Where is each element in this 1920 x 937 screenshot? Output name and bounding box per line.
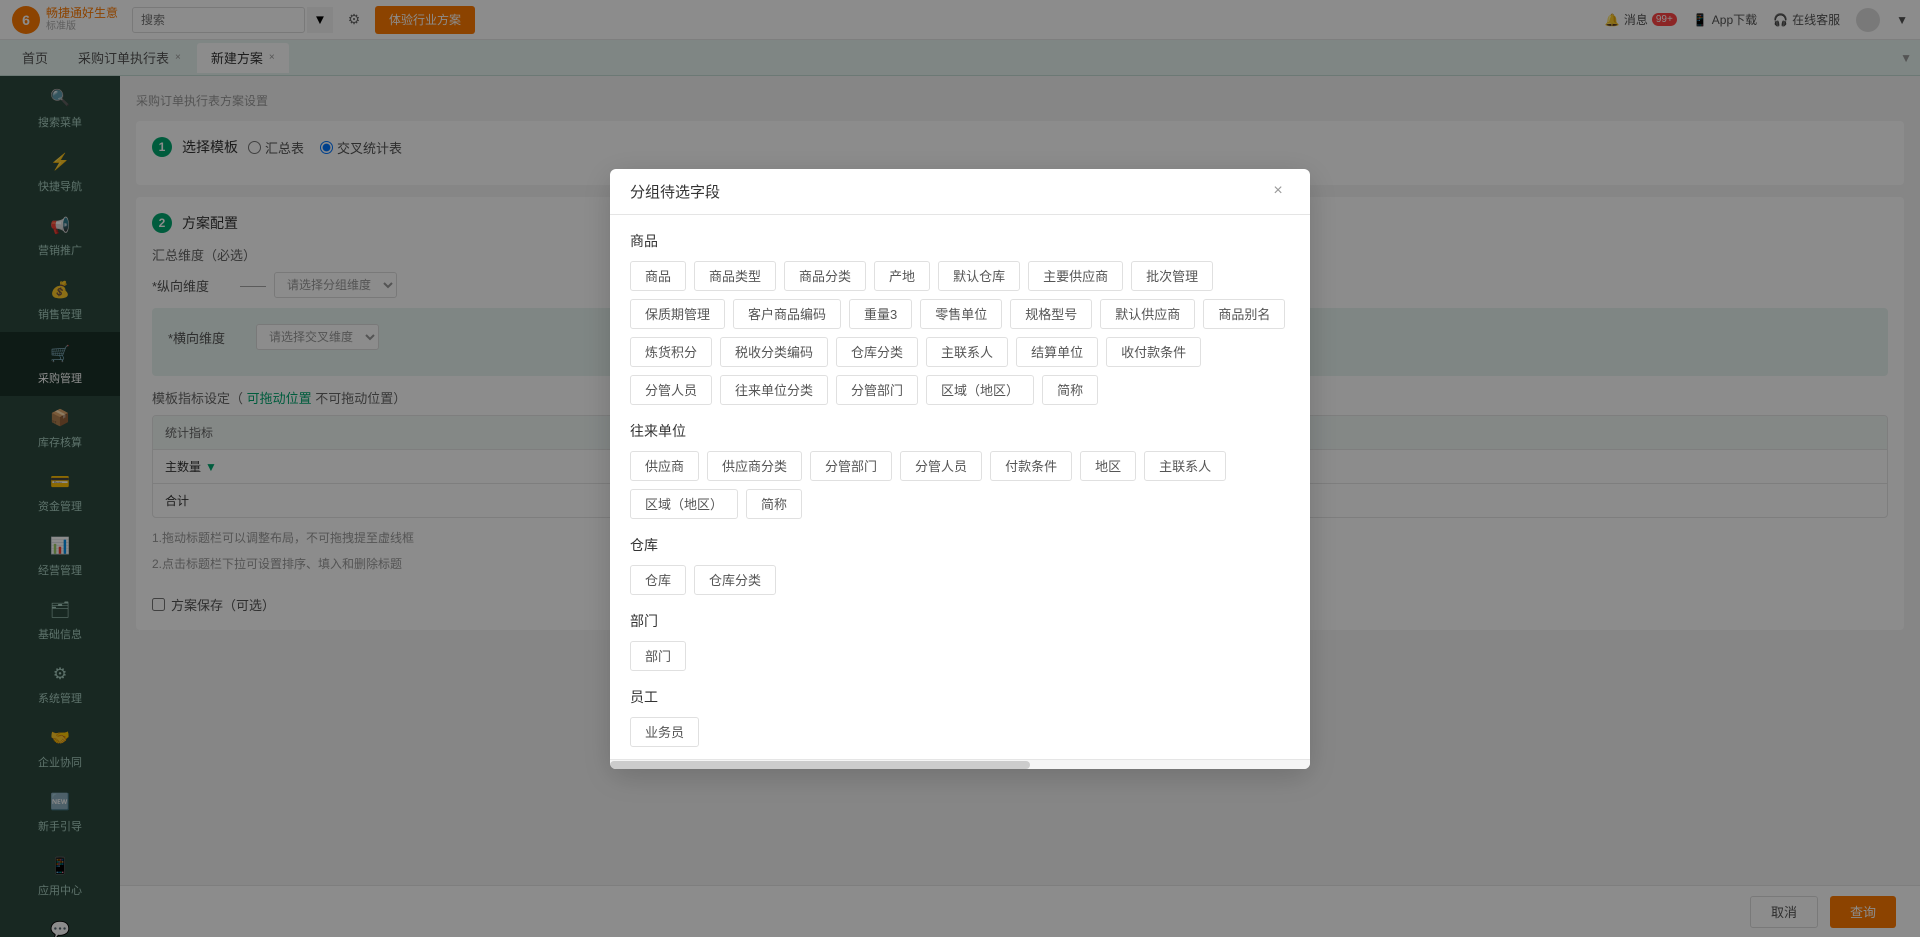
modal-dialog: 分组待选字段 × 商品商品商品类型商品分类产地默认仓库主要供应商批次管理保质期管…: [610, 169, 1310, 769]
section-title-employee: 员工: [630, 687, 1290, 707]
field-tag-仓库分类[interactable]: 仓库分类: [694, 565, 776, 595]
field-tag-供应商分类[interactable]: 供应商分类: [707, 451, 802, 481]
field-tag-付款条件[interactable]: 付款条件: [990, 451, 1072, 481]
field-tag-收付款条件[interactable]: 收付款条件: [1106, 337, 1201, 367]
field-tag-主要供应商[interactable]: 主要供应商: [1028, 261, 1123, 291]
field-tag-分管部门[interactable]: 分管部门: [810, 451, 892, 481]
field-tag-零售单位[interactable]: 零售单位: [920, 299, 1002, 329]
field-tag-部门[interactable]: 部门: [630, 641, 686, 671]
section-title-warehouse: 仓库: [630, 535, 1290, 555]
field-tag-默认仓库[interactable]: 默认仓库: [938, 261, 1020, 291]
modal-overlay: 分组待选字段 × 商品商品商品类型商品分类产地默认仓库主要供应商批次管理保质期管…: [0, 0, 1920, 937]
field-tag-简称[interactable]: 简称: [746, 489, 802, 519]
field-tag-客户商品编码[interactable]: 客户商品编码: [733, 299, 841, 329]
field-tag-往来单位分类[interactable]: 往来单位分类: [720, 375, 828, 405]
field-tag-业务员[interactable]: 业务员: [630, 717, 699, 747]
section-title-partner: 往来单位: [630, 421, 1290, 441]
field-tag-批次管理[interactable]: 批次管理: [1131, 261, 1213, 291]
field-tag-简称[interactable]: 简称: [1042, 375, 1098, 405]
field-tag-分管人员[interactable]: 分管人员: [900, 451, 982, 481]
field-tag-商品别名[interactable]: 商品别名: [1203, 299, 1285, 329]
field-tag-保质期管理[interactable]: 保质期管理: [630, 299, 725, 329]
modal-title: 分组待选字段: [630, 181, 720, 202]
field-section-partner: 往来单位供应商供应商分类分管部门分管人员付款条件地区主联系人区域（地区） 简称: [630, 421, 1290, 519]
field-tag-区域（地区）[interactable]: 区域（地区）: [630, 489, 738, 519]
field-tag-区域（地区）[interactable]: 区域（地区）: [926, 375, 1034, 405]
field-tag-商品分类[interactable]: 商品分类: [784, 261, 866, 291]
field-section-product: 商品商品商品类型商品分类产地默认仓库主要供应商批次管理保质期管理客户商品编码重量…: [630, 231, 1290, 405]
field-tag-地区[interactable]: 地区: [1080, 451, 1136, 481]
modal-header: 分组待选字段 ×: [610, 169, 1310, 215]
section-title-product: 商品: [630, 231, 1290, 251]
field-section-warehouse: 仓库仓库仓库分类: [630, 535, 1290, 595]
field-tag-结算单位[interactable]: 结算单位: [1016, 337, 1098, 367]
field-tag-规格型号[interactable]: 规格型号: [1010, 299, 1092, 329]
field-section-employee: 员工业务员: [630, 687, 1290, 747]
field-tag-税收分类编码[interactable]: 税收分类编码: [720, 337, 828, 367]
field-tag-默认供应商[interactable]: 默认供应商: [1100, 299, 1195, 329]
field-tag-主联系人[interactable]: 主联系人: [1144, 451, 1226, 481]
modal-scrollbar-x[interactable]: [610, 759, 1310, 769]
field-tag-商品类型[interactable]: 商品类型: [694, 261, 776, 291]
field-tag-分管部门[interactable]: 分管部门: [836, 375, 918, 405]
section-title-department: 部门: [630, 611, 1290, 631]
modal-body: 商品商品商品类型商品分类产地默认仓库主要供应商批次管理保质期管理客户商品编码重量…: [610, 215, 1310, 759]
modal-close-btn[interactable]: ×: [1266, 179, 1290, 203]
field-tag-重量3[interactable]: 重量3: [849, 299, 912, 329]
field-grid-department: 部门: [630, 641, 1290, 671]
field-tag-供应商[interactable]: 供应商: [630, 451, 699, 481]
field-tag-仓库分类[interactable]: 仓库分类: [836, 337, 918, 367]
modal-scrollbar-x-thumb: [610, 761, 1030, 769]
field-grid-warehouse: 仓库仓库分类: [630, 565, 1290, 595]
field-tag-主联系人[interactable]: 主联系人: [926, 337, 1008, 367]
field-tag-分管人员[interactable]: 分管人员: [630, 375, 712, 405]
field-section-department: 部门部门: [630, 611, 1290, 671]
field-grid-product: 商品商品类型商品分类产地默认仓库主要供应商批次管理保质期管理客户商品编码重量3 零…: [630, 261, 1290, 405]
field-grid-employee: 业务员: [630, 717, 1290, 747]
field-tag-产地[interactable]: 产地: [874, 261, 930, 291]
field-tag-仓库[interactable]: 仓库: [630, 565, 686, 595]
field-tag-炼货积分[interactable]: 炼货积分: [630, 337, 712, 367]
field-grid-partner: 供应商供应商分类分管部门分管人员付款条件地区主联系人区域（地区） 简称: [630, 451, 1290, 519]
field-tag-商品[interactable]: 商品: [630, 261, 686, 291]
